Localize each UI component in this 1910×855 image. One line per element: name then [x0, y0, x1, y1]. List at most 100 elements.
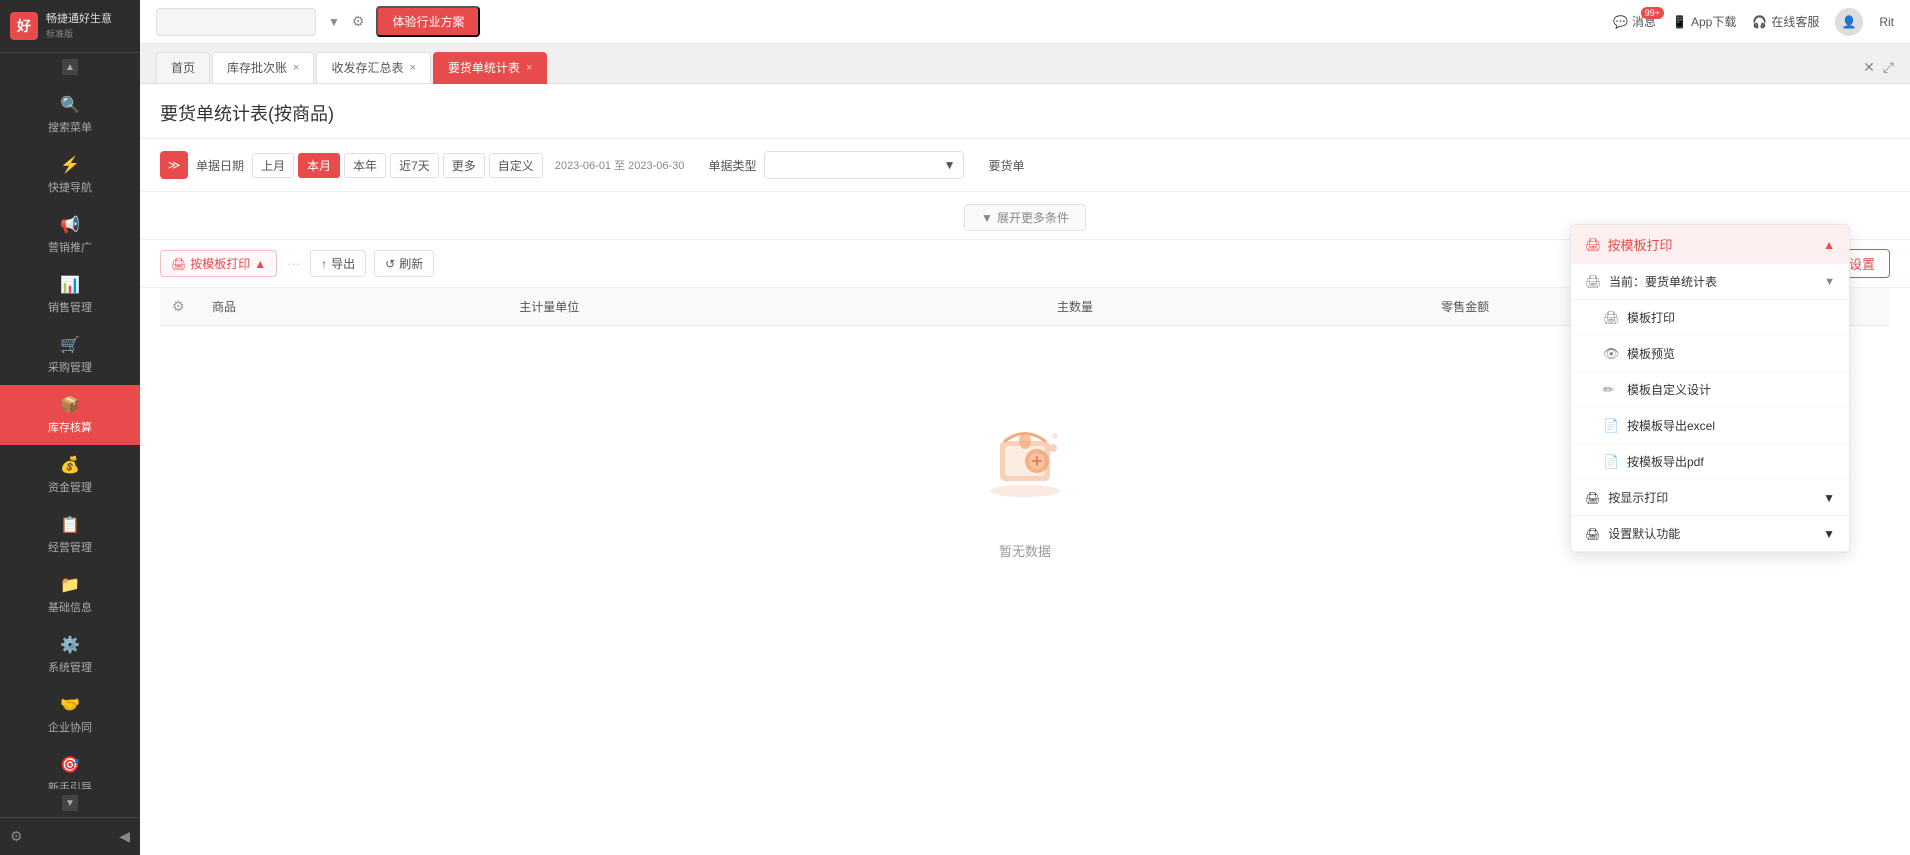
sidebar-label-7: 经营管理 — [48, 539, 92, 555]
search-input[interactable] — [165, 15, 307, 29]
messages-badge: 99+ — [1641, 7, 1664, 19]
top-header: ▼ ⚙ 体验行业方案 💬 消息 99+ 📱 App下载 🎧 在线客服 👤 Rit — [140, 0, 1910, 44]
date-btn-自定义[interactable]: 自定义 — [489, 153, 543, 178]
print-icon: 🖨 — [171, 257, 186, 271]
close-tab-btn[interactable]: ✕ — [1863, 59, 1875, 76]
print-btn[interactable]: 🖨 按模板打印 ▲ — [160, 250, 277, 277]
type-select[interactable]: ▼ — [764, 151, 964, 179]
dropdown-item-label-3: 按模板导出excel — [1627, 417, 1715, 434]
sidebar-label-3: 销售管理 — [48, 299, 92, 315]
date-btn-本年[interactable]: 本年 — [344, 153, 386, 178]
page-header: 要货单统计表(按商品) — [140, 84, 1910, 139]
sidebar-item-0[interactable]: 🔍搜索菜单 — [0, 85, 140, 145]
sidebar-item-2[interactable]: 📢营销推广 — [0, 205, 140, 265]
service-icon: 🎧 — [1752, 15, 1767, 29]
dropdown-item-3[interactable]: 📄按模板导出excel — [1571, 408, 1849, 444]
dropdown-current-arrow: ▼ — [1824, 276, 1835, 288]
sidebar-item-3[interactable]: 📊销售管理 — [0, 265, 140, 325]
dropdown-title: 🖨 按模板打印 — [1585, 235, 1673, 254]
filter-collapse-btn[interactable]: ≫ — [160, 151, 188, 179]
date-btn-上月[interactable]: 上月 — [252, 153, 294, 178]
expand-more-btn[interactable]: ▼ 展开更多条件 — [964, 204, 1086, 231]
dropdown-item-2[interactable]: ✏ 模板自定义设计 — [1571, 372, 1849, 408]
date-btn-近7天[interactable]: 近7天 — [390, 153, 439, 178]
sidebar-label-5: 库存核算 — [48, 419, 92, 435]
maximize-tab-btn[interactable]: ⤢ — [1883, 59, 1894, 76]
dropdown-item-icon-2: ✏ — [1603, 382, 1619, 398]
tab-close-3[interactable]: × — [526, 62, 532, 74]
sidebar-icon-1: ⚡ — [60, 155, 80, 175]
sidebar-item-11[interactable]: 🎯新手引导 — [0, 745, 140, 789]
sidebar-icon-5: 📦 — [60, 395, 80, 415]
settings-icon[interactable]: ⚙ — [10, 828, 23, 845]
dropdown-item-1[interactable]: 👁模板预览 — [1571, 336, 1849, 372]
dropdown-current-item[interactable]: 🖨 当前：要货单统计表 ▼ — [1571, 264, 1849, 300]
dropdown-close-arrow[interactable]: ▲ — [1823, 238, 1835, 252]
user-avatar[interactable]: 👤 — [1835, 8, 1863, 36]
empty-text: 暂无数据 — [999, 541, 1051, 560]
tab-3[interactable]: 要货单统计表 × — [433, 52, 547, 84]
tab-1[interactable]: 库存批次账× — [212, 52, 314, 84]
sidebar-item-6[interactable]: 💰资金管理 — [0, 445, 140, 505]
date-btn-本月[interactable]: 本月 — [298, 153, 340, 178]
sidebar-item-8[interactable]: 📁基础信息 — [0, 565, 140, 625]
sidebar-item-1[interactable]: ⚡ 快捷导航 — [0, 145, 140, 205]
yaohu-label: 要货单 — [988, 157, 1024, 174]
trial-button[interactable]: 体验行业方案 — [376, 6, 480, 37]
dropdown-item-label-2: 模板自定义设计 — [1627, 381, 1711, 398]
header-gear-icon[interactable]: ⚙ — [352, 13, 365, 30]
tab-close-2[interactable]: × — [409, 62, 415, 74]
refresh-icon: ↺ — [385, 257, 395, 271]
dropdown-item-label-0: 模板打印 — [1627, 309, 1675, 326]
dropdown-item-icon-4: 📄 — [1603, 454, 1619, 470]
date-label: 单据日期 — [196, 157, 244, 174]
table-settings-icon[interactable]: ⚙ — [172, 298, 185, 314]
app-download-btn[interactable]: 📱 App下载 — [1672, 13, 1736, 30]
tab-0[interactable]: 首页 — [156, 52, 210, 84]
header-search-box[interactable] — [156, 8, 316, 36]
customer-service-btn[interactable]: 🎧 在线客服 — [1752, 13, 1819, 30]
refresh-btn[interactable]: ↺ 刷新 — [374, 250, 434, 277]
sidebar-item-7[interactable]: 📋经营管理 — [0, 505, 140, 565]
dropdown-group-0[interactable]: 🖨按显示打印▼ — [1571, 480, 1849, 516]
dropdown-group-label-1: 设置默认功能 — [1608, 525, 1680, 542]
dropdown-print-icon: 🖨 — [1585, 237, 1602, 253]
tab-close-1[interactable]: × — [293, 62, 299, 74]
date-btn-更多[interactable]: 更多 — [443, 153, 485, 178]
sidebar-item-9[interactable]: ⚙️系统管理 — [0, 625, 140, 685]
dropdown-group-1[interactable]: 🖨设置默认功能▼ — [1571, 516, 1849, 552]
sidebar-icon-9: ⚙️ — [60, 635, 80, 655]
sidebar-icon-2: 📢 — [60, 215, 80, 235]
dropdown-group-icon-0: 🖨 — [1585, 491, 1600, 505]
download-icon: 📱 — [1672, 15, 1687, 29]
sidebar-item-10[interactable]: 🤝企业协同 — [0, 685, 140, 745]
sidebar-icon-6: 💰 — [60, 455, 80, 475]
sidebar-scroll-down[interactable]: ▼ — [62, 795, 78, 811]
sidebar-icon-11: 🎯 — [60, 755, 80, 775]
tab-label-3: 要货单统计表 — [448, 59, 520, 76]
messages-btn[interactable]: 💬 消息 99+ — [1613, 13, 1656, 30]
empty-icon — [975, 406, 1075, 525]
sidebar-label-0: 搜索菜单 — [48, 119, 92, 135]
sidebar-scroll-up[interactable]: ▲ — [62, 59, 78, 75]
sidebar-nav: 🔍搜索菜单 ⚡ 快捷导航 📢营销推广📊销售管理🛒采购管理 📦 库存核算 💰资金管理📋经营管理… — [0, 81, 140, 789]
dropdown-item-icon-0: 🖨 — [1603, 310, 1619, 326]
sidebar-label-10: 企业协同 — [48, 719, 92, 735]
sidebar-label-1: 快捷导航 — [48, 179, 92, 195]
tab-label-0: 首页 — [171, 59, 195, 76]
header-dropdown-arrow[interactable]: ▼ — [328, 15, 340, 29]
export-btn[interactable]: ↑ 导出 — [310, 250, 366, 277]
tabs-right-controls: ✕⤢ — [1863, 51, 1910, 76]
tab-2[interactable]: 收发存汇总表× — [316, 52, 430, 84]
date-filter-group: 上月本月本年近7天更多自定义 — [252, 153, 543, 178]
dropdown-group-arrow-0: ▼ — [1823, 491, 1835, 505]
page-content: 要货单统计表(按商品) ≫ 单据日期 上月本月本年近7天更多自定义 2023-0… — [140, 84, 1910, 855]
sidebar-item-5[interactable]: 📦 库存核算 — [0, 385, 140, 445]
dropdown-group-icon-1: 🖨 — [1585, 527, 1600, 541]
dropdown-item-label-1: 模板预览 — [1627, 345, 1675, 362]
dropdown-item-0[interactable]: 🖨 模板打印 — [1571, 300, 1849, 336]
sidebar-item-4[interactable]: 🛒采购管理 — [0, 325, 140, 385]
username-label[interactable]: Rit — [1879, 15, 1894, 29]
dropdown-item-4[interactable]: 📄按模板导出pdf — [1571, 444, 1849, 480]
sound-icon[interactable]: ◀ — [119, 828, 130, 845]
